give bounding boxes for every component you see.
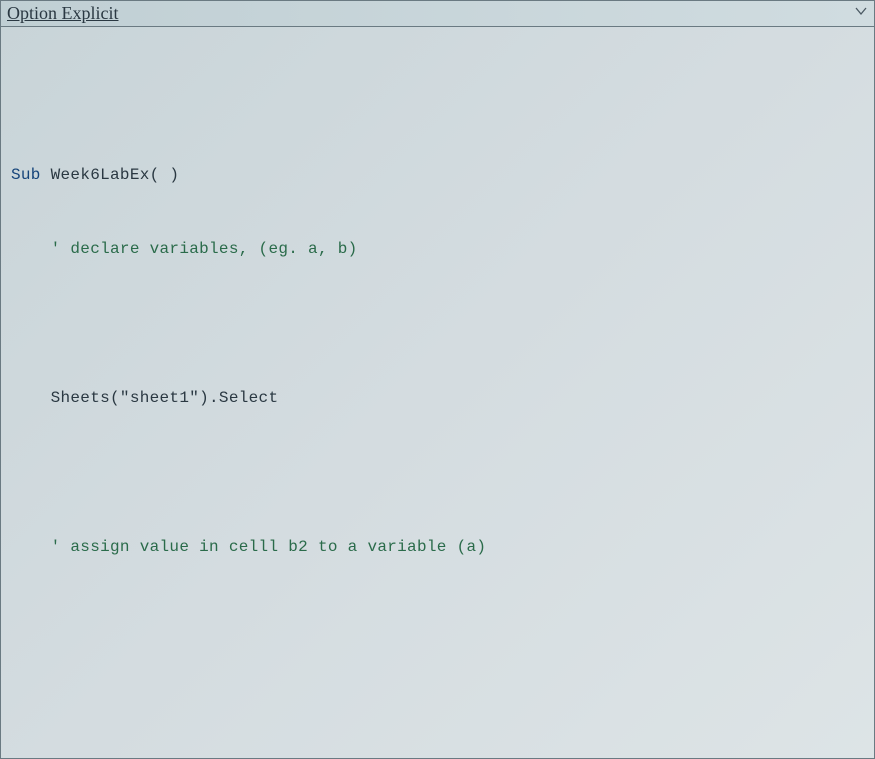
vba-editor-window: Option Explicit Sub Week6LabEx( ) ' decl… bbox=[0, 0, 875, 759]
code-line: Sheets("sheet1").Select bbox=[11, 386, 868, 411]
keyword-sub: Sub bbox=[11, 166, 51, 184]
sub-name: Week6LabEx( ) bbox=[51, 166, 180, 184]
declarations-dropdown[interactable]: Option Explicit bbox=[1, 1, 874, 27]
comment-line: ' assign value in celll b2 to a variable… bbox=[11, 535, 868, 560]
chevron-down-icon bbox=[854, 4, 868, 23]
code-editor-pane[interactable]: Sub Week6LabEx( ) ' declare variables, (… bbox=[1, 27, 874, 758]
comment-line: ' declare variables, (eg. a, b) bbox=[11, 237, 868, 262]
dropdown-label: Option Explicit bbox=[7, 3, 119, 24]
